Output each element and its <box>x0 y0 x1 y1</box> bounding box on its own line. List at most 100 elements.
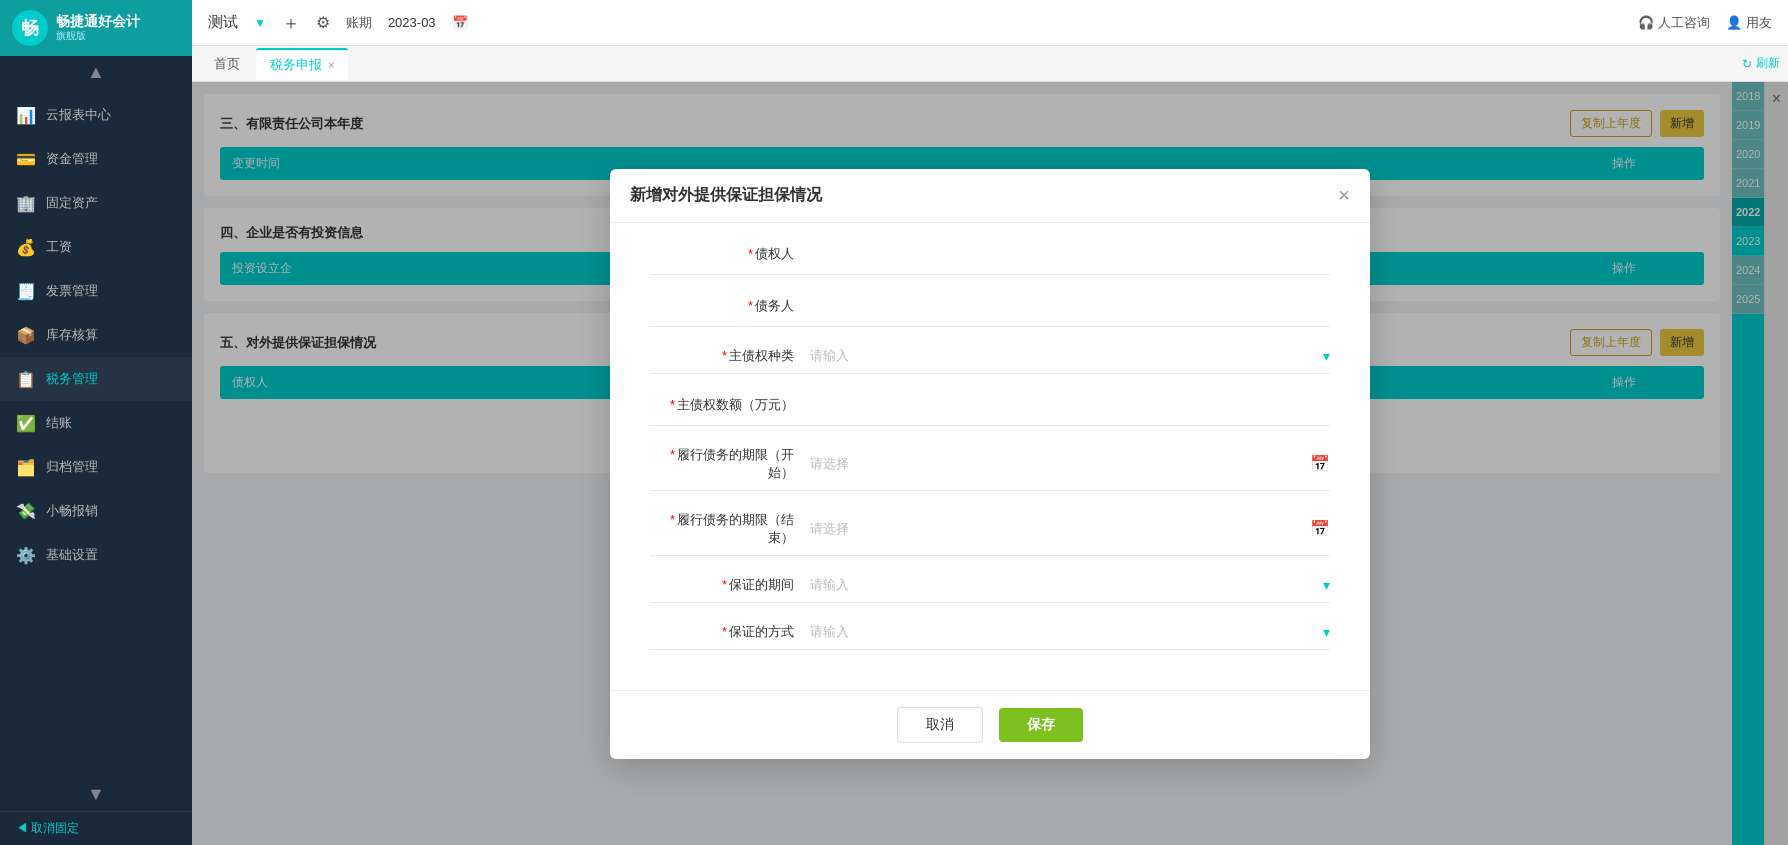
sidebar-item-expense[interactable]: 💸 小畅报销 <box>0 489 192 533</box>
tab-home-label: 首页 <box>214 55 240 73</box>
sidebar-item-invoice[interactable]: 🧾 发票管理 <box>0 269 192 313</box>
salary-icon: 💰 <box>16 237 36 257</box>
modal-header: 新增对外提供保证担保情况 × <box>610 169 1370 223</box>
modal-body: 债权人 债务人 主债权种类 请输入 <box>610 223 1370 690</box>
form-select-guarantee-method[interactable]: 请输入 ▾ <box>810 623 1330 641</box>
sidebar-item-salary[interactable]: 💰 工资 <box>0 225 192 269</box>
save-button[interactable]: 保存 <box>999 708 1083 742</box>
form-label-debt-amount: 主债权数额（万元） <box>650 396 810 414</box>
sidebar-label-fixed-assets: 固定资产 <box>46 194 98 212</box>
sidebar-scroll-down[interactable]: ▼ <box>0 778 192 811</box>
topbar-title: 测试 <box>208 13 238 32</box>
form-input-debtor[interactable] <box>810 295 1330 318</box>
sidebar-item-checkout[interactable]: ✅ 结账 <box>0 401 192 445</box>
topbar: 测试 ▼ ＋ ⚙ 账期 2023-03 📅 🎧 人工咨询 👤 用友 <box>192 0 1788 46</box>
modal-dialog: 新增对外提供保证担保情况 × 债权人 债务人 <box>610 169 1370 759</box>
sidebar-header: 畅 畅捷通好会计 旗舰版 <box>0 0 192 56</box>
tabbar: 首页 税务申报 × ↻ 刷新 <box>192 46 1788 82</box>
sidebar: 畅 畅捷通好会计 旗舰版 ▲ 📊 云报表中心 💳 资金管理 🏢 固定资产 💰 <box>0 0 192 845</box>
form-placeholder-guarantee-method: 请输入 <box>810 623 1323 641</box>
archive-icon: 🗂️ <box>16 457 36 477</box>
tab-tax-label: 税务申报 <box>270 56 322 74</box>
user-label: 用友 <box>1746 14 1772 32</box>
app-logo: 畅 <box>12 10 48 46</box>
form-field-guarantee-method: 保证的方式 请输入 ▾ <box>650 623 1330 650</box>
form-field-period-start: 履行债务的期限（开始） 请选择 📅 <box>650 446 1330 491</box>
tax-icon: 📋 <box>16 369 36 389</box>
tab-tax[interactable]: 税务申报 × <box>256 48 348 80</box>
calendar-icon-period-start[interactable]: 📅 <box>1310 454 1330 473</box>
form-field-creditor: 债权人 <box>650 243 1330 275</box>
form-label-guarantee-method: 保证的方式 <box>650 623 810 641</box>
sidebar-label-fund: 资金管理 <box>46 150 98 168</box>
topbar-dropdown-icon[interactable]: ▼ <box>254 16 266 30</box>
form-select-debt-type[interactable]: 请输入 ▾ <box>810 347 1330 365</box>
chevron-down-icon-debt-type[interactable]: ▾ <box>1323 348 1330 364</box>
sidebar-item-cloud-report[interactable]: 📊 云报表中心 <box>0 93 192 137</box>
topbar-add-icon[interactable]: ＋ <box>282 11 300 35</box>
modal-close-button[interactable]: × <box>1338 185 1350 205</box>
form-label-guarantee-period: 保证的期间 <box>650 576 810 594</box>
chevron-down-icon-guarantee-period[interactable]: ▾ <box>1323 577 1330 593</box>
sidebar-item-inventory[interactable]: 📦 库存核算 <box>0 313 192 357</box>
topbar-support[interactable]: 🎧 人工咨询 <box>1638 14 1710 32</box>
tab-home[interactable]: 首页 <box>200 49 254 79</box>
form-placeholder-debt-type: 请输入 <box>810 347 1323 365</box>
support-label: 人工咨询 <box>1658 14 1710 32</box>
chevron-down-icon-guarantee-method[interactable]: ▾ <box>1323 624 1330 640</box>
form-label-period-start: 履行债务的期限（开始） <box>650 446 810 482</box>
sidebar-item-fund[interactable]: 💳 资金管理 <box>0 137 192 181</box>
form-date-period-start[interactable]: 请选择 📅 <box>810 454 1330 473</box>
checkout-icon: ✅ <box>16 413 36 433</box>
refresh-label: 刷新 <box>1756 55 1780 72</box>
sidebar-item-fixed-assets[interactable]: 🏢 固定资产 <box>0 181 192 225</box>
refresh-button[interactable]: ↻ 刷新 <box>1742 55 1780 72</box>
tab-tax-close[interactable]: × <box>328 59 334 71</box>
form-placeholder-period-start: 请选择 <box>810 455 1310 473</box>
inventory-icon: 📦 <box>16 325 36 345</box>
refresh-icon: ↻ <box>1742 57 1752 71</box>
modal-title: 新增对外提供保证担保情况 <box>630 185 822 206</box>
app-name: 畅捷通好会计 <box>56 13 140 30</box>
topbar-gear-icon[interactable]: ⚙ <box>316 13 330 32</box>
topbar-right: 🎧 人工咨询 👤 用友 <box>1638 14 1772 32</box>
sidebar-item-settings[interactable]: ⚙️ 基础设置 <box>0 533 192 577</box>
topbar-calendar-icon[interactable]: 📅 <box>452 15 468 30</box>
fixed-assets-icon: 🏢 <box>16 193 36 213</box>
cloud-report-icon: 📊 <box>16 105 36 125</box>
sidebar-nav: 📊 云报表中心 💳 资金管理 🏢 固定资产 💰 工资 🧾 发票管理 📦 <box>0 89 192 778</box>
content-area: 三、有限责任公司本年度 复制上年度 新增 变更时间 操作 四、企业是否有投资 <box>192 82 1788 845</box>
sidebar-label-salary: 工资 <box>46 238 72 256</box>
modal-footer: 取消 保存 <box>610 690 1370 759</box>
form-label-period-end: 履行债务的期限（结束） <box>650 511 810 547</box>
modal-overlay: 新增对外提供保证担保情况 × 债权人 债务人 <box>192 82 1788 845</box>
sidebar-label-tax: 税务管理 <box>46 370 98 388</box>
form-field-debt-type: 主债权种类 请输入 ▾ <box>650 347 1330 374</box>
form-field-guarantee-period: 保证的期间 请输入 ▾ <box>650 576 1330 603</box>
sidebar-item-archive[interactable]: 🗂️ 归档管理 <box>0 445 192 489</box>
form-input-creditor[interactable] <box>810 243 1330 266</box>
user-icon: 👤 <box>1726 15 1742 30</box>
form-input-debt-amount[interactable] <box>810 394 1330 417</box>
sidebar-scroll-up[interactable]: ▲ <box>0 56 192 89</box>
form-field-period-end: 履行债务的期限（结束） 请选择 📅 <box>650 511 1330 556</box>
sidebar-label-archive: 归档管理 <box>46 458 98 476</box>
cancel-button[interactable]: 取消 <box>897 707 983 743</box>
form-select-guarantee-period[interactable]: 请输入 ▾ <box>810 576 1330 594</box>
sidebar-label-settings: 基础设置 <box>46 546 98 564</box>
support-icon: 🎧 <box>1638 15 1654 30</box>
sidebar-item-tax[interactable]: 📋 税务管理 <box>0 357 192 401</box>
form-label-debtor: 债务人 <box>650 297 810 315</box>
form-date-period-end[interactable]: 请选择 📅 <box>810 519 1330 538</box>
topbar-refresh[interactable]: ↻ 刷新 <box>1742 55 1780 72</box>
settings-icon: ⚙️ <box>16 545 36 565</box>
form-field-debtor: 债务人 <box>650 295 1330 327</box>
invoice-icon: 🧾 <box>16 281 36 301</box>
sidebar-label-invoice: 发票管理 <box>46 282 98 300</box>
topbar-user[interactable]: 👤 用友 <box>1726 14 1772 32</box>
sidebar-pin-toggle[interactable]: ◀ 取消固定 <box>0 811 192 845</box>
form-placeholder-period-end: 请选择 <box>810 520 1310 538</box>
calendar-icon-period-end[interactable]: 📅 <box>1310 519 1330 538</box>
sidebar-label-inventory: 库存核算 <box>46 326 98 344</box>
main-content: 测试 ▼ ＋ ⚙ 账期 2023-03 📅 🎧 人工咨询 👤 用友 首页 <box>192 0 1788 845</box>
